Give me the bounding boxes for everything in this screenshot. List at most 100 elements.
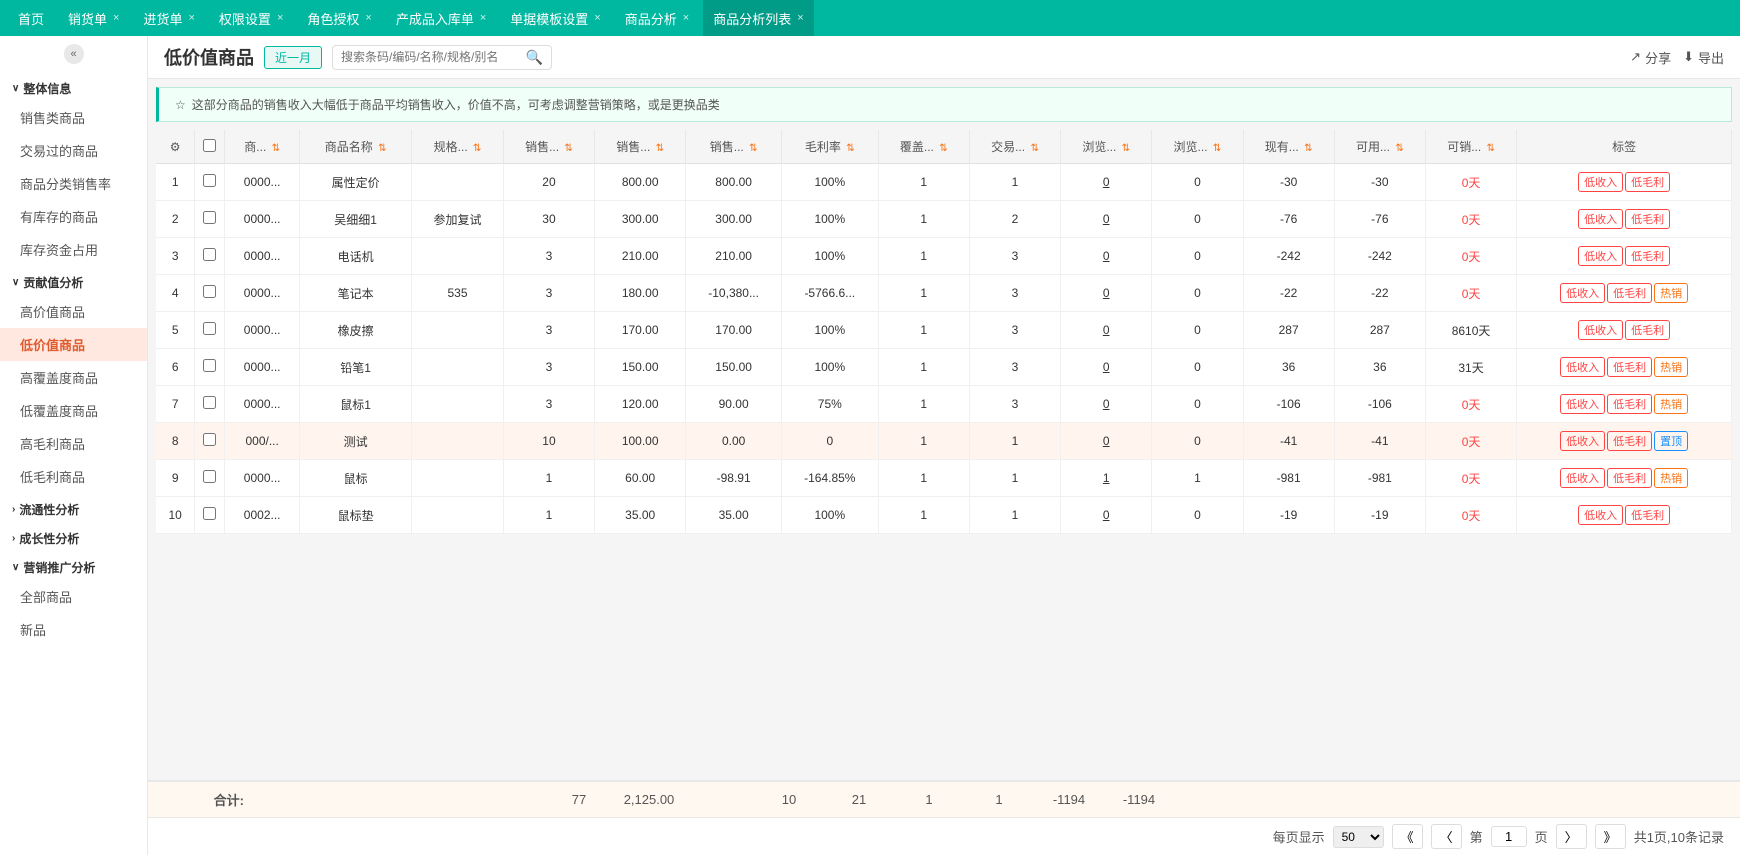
cell-view1[interactable]: 0 xyxy=(1061,201,1152,238)
cell-view1[interactable]: 0 xyxy=(1061,497,1152,534)
row-checkbox[interactable] xyxy=(203,211,216,224)
search-input[interactable] xyxy=(341,50,526,64)
table-container[interactable]: ⚙ 商... ⇅ 商品名称 ⇅ 规格... ⇅ 销售... ⇅ 销售... ⇅ … xyxy=(156,130,1732,780)
cell-view1[interactable]: 0 xyxy=(1061,423,1152,460)
sidebar-collapse-btn[interactable]: « xyxy=(64,44,84,64)
col-settings[interactable]: ⚙ xyxy=(156,130,195,164)
row-checkbox[interactable] xyxy=(203,359,216,372)
col-stock1[interactable]: 现有... ⇅ xyxy=(1243,130,1334,164)
row-checkbox[interactable] xyxy=(203,174,216,187)
cell-checkbox[interactable] xyxy=(195,164,225,201)
view-link[interactable]: 0 xyxy=(1103,434,1110,448)
col-name[interactable]: 商品名称 ⇅ xyxy=(299,130,411,164)
cell-checkbox[interactable] xyxy=(195,238,225,275)
col-code[interactable]: 商... ⇅ xyxy=(225,130,300,164)
row-checkbox[interactable] xyxy=(203,470,216,483)
table-row[interactable]: 3 0000... 电话机 3 210.00 210.00 100% 1 3 0… xyxy=(156,238,1732,275)
col-spec[interactable]: 规格... ⇅ xyxy=(412,130,504,164)
col-sale3[interactable]: 销售... ⇅ xyxy=(686,130,782,164)
view-link[interactable]: 0 xyxy=(1103,508,1110,522)
col-view1[interactable]: 浏览... ⇅ xyxy=(1061,130,1152,164)
view-link[interactable]: 0 xyxy=(1103,286,1110,300)
cell-view1[interactable]: 0 xyxy=(1061,275,1152,312)
col-stock2[interactable]: 可用... ⇅ xyxy=(1334,130,1425,164)
period-button[interactable]: 近一月 xyxy=(264,46,322,69)
close-icon[interactable]: × xyxy=(365,12,371,24)
table-row[interactable]: 8 000/... 测试 10 100.00 0.00 0 1 1 0 0 -4… xyxy=(156,423,1732,460)
cell-view1[interactable]: 0 xyxy=(1061,312,1152,349)
row-checkbox[interactable] xyxy=(203,396,216,409)
prev-page-button[interactable]: 〈 xyxy=(1431,824,1462,849)
col-margin[interactable]: 毛利率 ⇅ xyxy=(781,130,878,164)
row-checkbox[interactable] xyxy=(203,248,216,261)
sidebar-item-low-value[interactable]: 低价值商品 xyxy=(0,328,147,361)
per-page-select[interactable]: 50 100 200 xyxy=(1333,826,1384,848)
last-page-button[interactable]: 》 xyxy=(1595,824,1626,849)
sidebar-item-low-coverage[interactable]: 低覆盖度商品 xyxy=(0,394,147,427)
sidebar-group-contribution[interactable]: ∨ 贡献值分析 xyxy=(0,266,147,295)
close-icon[interactable]: × xyxy=(683,12,689,24)
table-row[interactable]: 9 0000... 鼠标 1 60.00 -98.91 -164.85% 1 1… xyxy=(156,460,1732,497)
nav-item-analysis[interactable]: 商品分析 × xyxy=(615,0,699,36)
cell-checkbox[interactable] xyxy=(195,312,225,349)
table-row[interactable]: 4 0000... 笔记本 535 3 180.00 -10,380... -5… xyxy=(156,275,1732,312)
cell-checkbox[interactable] xyxy=(195,423,225,460)
export-button[interactable]: ⬇ 导出 xyxy=(1683,48,1724,67)
table-row[interactable]: 2 0000... 吴细细1 参加复试 30 300.00 300.00 100… xyxy=(156,201,1732,238)
cell-checkbox[interactable] xyxy=(195,460,225,497)
col-stock3[interactable]: 可销... ⇅ xyxy=(1425,130,1516,164)
nav-item-purchase[interactable]: 进货单 × xyxy=(133,0,204,36)
row-checkbox[interactable] xyxy=(203,322,216,335)
first-page-button[interactable]: 《 xyxy=(1392,824,1423,849)
row-checkbox[interactable] xyxy=(203,507,216,520)
col-checkbox[interactable] xyxy=(195,130,225,164)
sidebar-item-high-value[interactable]: 高价值商品 xyxy=(0,295,147,328)
sidebar-item-low-margin[interactable]: 低毛利商品 xyxy=(0,460,147,493)
cell-checkbox[interactable] xyxy=(195,497,225,534)
cell-checkbox[interactable] xyxy=(195,201,225,238)
sidebar-item-high-margin[interactable]: 高毛利商品 xyxy=(0,427,147,460)
sidebar-item-sales-goods[interactable]: 销售类商品 xyxy=(0,101,147,134)
nav-item-warehouse[interactable]: 产成品入库单 × xyxy=(386,0,496,36)
cell-view1[interactable]: 0 xyxy=(1061,349,1152,386)
col-view2[interactable]: 浏览... ⇅ xyxy=(1152,130,1243,164)
close-icon[interactable]: × xyxy=(277,12,283,24)
share-button[interactable]: ↗ 分享 xyxy=(1630,48,1671,67)
col-cover[interactable]: 覆盖... ⇅ xyxy=(878,130,969,164)
cell-view1[interactable]: 0 xyxy=(1061,238,1152,275)
sidebar-group-flow[interactable]: › 流通性分析 xyxy=(0,493,147,522)
next-page-button[interactable]: 〉 xyxy=(1556,824,1587,849)
view-link[interactable]: 0 xyxy=(1103,175,1110,189)
sidebar-item-category-rate[interactable]: 商品分类销售率 xyxy=(0,167,147,200)
nav-item-sales[interactable]: 销货单 × xyxy=(58,0,129,36)
sidebar-item-high-coverage[interactable]: 高覆盖度商品 xyxy=(0,361,147,394)
sidebar-item-all-goods[interactable]: 全部商品 xyxy=(0,580,147,613)
view-link[interactable]: 0 xyxy=(1103,249,1110,263)
close-icon[interactable]: × xyxy=(113,12,119,24)
view-link[interactable]: 1 xyxy=(1103,471,1110,485)
col-trade[interactable]: 交易... ⇅ xyxy=(969,130,1060,164)
table-row[interactable]: 5 0000... 橡皮擦 3 170.00 170.00 100% 1 3 0… xyxy=(156,312,1732,349)
close-icon[interactable]: × xyxy=(797,12,803,24)
nav-item-permissions[interactable]: 权限设置 × xyxy=(209,0,293,36)
view-link[interactable]: 0 xyxy=(1103,212,1110,226)
table-row[interactable]: 7 0000... 鼠标1 3 120.00 90.00 75% 1 3 0 0… xyxy=(156,386,1732,423)
sidebar-item-traded-goods[interactable]: 交易过的商品 xyxy=(0,134,147,167)
table-row[interactable]: 1 0000... 属性定价 20 800.00 800.00 100% 1 1… xyxy=(156,164,1732,201)
view-link[interactable]: 0 xyxy=(1103,397,1110,411)
view-link[interactable]: 0 xyxy=(1103,323,1110,337)
cell-checkbox[interactable] xyxy=(195,275,225,312)
nav-item-template[interactable]: 单据模板设置 × xyxy=(500,0,610,36)
sidebar-group-marketing[interactable]: ∨ 营销推广分析 xyxy=(0,551,147,580)
cell-view1[interactable]: 0 xyxy=(1061,386,1152,423)
table-row[interactable]: 10 0002... 鼠标垫 1 35.00 35.00 100% 1 1 0 … xyxy=(156,497,1732,534)
cell-view1[interactable]: 0 xyxy=(1061,164,1152,201)
close-icon[interactable]: × xyxy=(594,12,600,24)
close-icon[interactable]: × xyxy=(480,12,486,24)
select-all-checkbox[interactable] xyxy=(203,139,216,152)
view-link[interactable]: 0 xyxy=(1103,360,1110,374)
sidebar-item-stock-goods[interactable]: 有库存的商品 xyxy=(0,200,147,233)
nav-item-analysis-list[interactable]: 商品分析列表 × xyxy=(703,0,813,36)
close-icon[interactable]: × xyxy=(188,12,194,24)
sidebar-group-growth[interactable]: › 成长性分析 xyxy=(0,522,147,551)
